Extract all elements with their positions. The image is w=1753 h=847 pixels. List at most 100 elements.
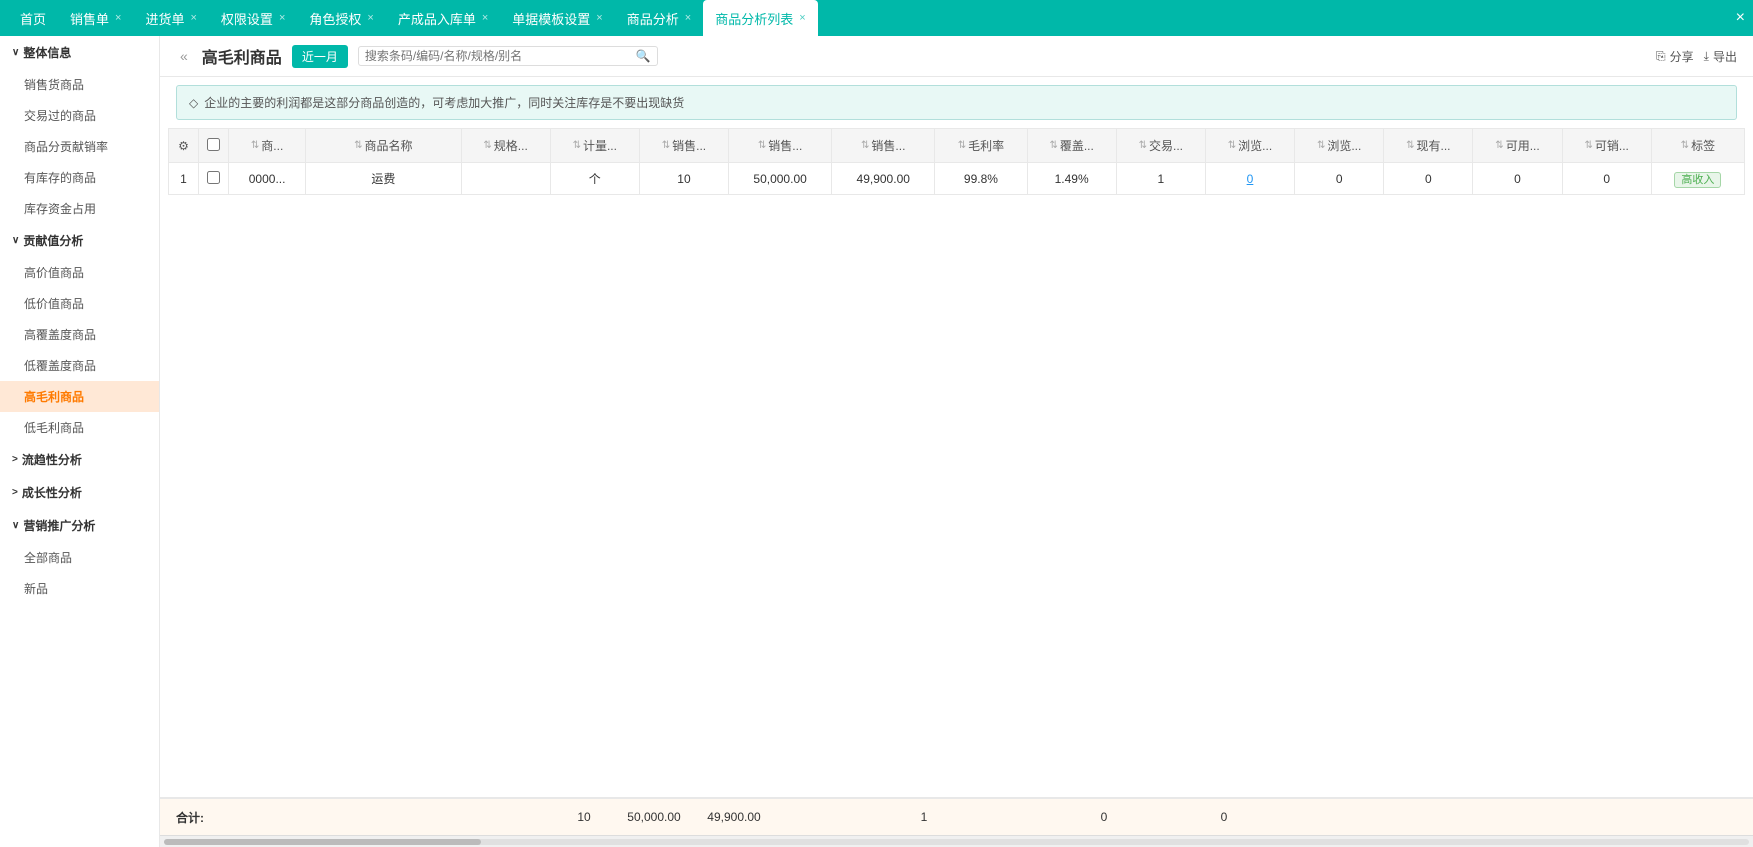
scrollbar-track[interactable] — [164, 839, 1749, 845]
col-header-tradeCount[interactable]: ⇅交易... — [1116, 129, 1205, 163]
col-header-salesAmt[interactable]: ⇅销售... — [729, 129, 832, 163]
sidebar-item-0-4[interactable]: 库存资金占用 — [0, 193, 159, 224]
sidebar-item-0-0[interactable]: 销售货商品 — [0, 69, 159, 100]
export-icon: ⤓ — [1704, 49, 1709, 64]
col-settings: ⚙ — [169, 129, 199, 163]
sidebar-item-1-5[interactable]: 低毛利商品 — [0, 412, 159, 443]
search-icon[interactable]: 🔍 — [636, 49, 651, 63]
nav-tab-0[interactable]: 首页 — [8, 0, 58, 36]
sidebar-item-4-0[interactable]: 全部商品 — [0, 542, 159, 573]
col-label-browseCount: 浏览... — [1238, 137, 1272, 154]
nav-tab-close-2[interactable]: × — [190, 12, 196, 24]
nav-tab-5[interactable]: 产成品入库单× — [386, 0, 500, 36]
col-header-spec[interactable]: ⇅规格... — [461, 129, 550, 163]
col-header-salesProfit[interactable]: ⇅销售... — [832, 129, 935, 163]
page-title: 高毛利商品 — [202, 44, 282, 68]
share-icon: ⎘ — [1656, 49, 1666, 64]
nav-tab-close-4[interactable]: × — [367, 12, 373, 24]
share-button[interactable]: ⎘ 分享 — [1656, 48, 1694, 65]
sidebar-arrow-0: ∨ — [12, 47, 19, 58]
nav-tab-2[interactable]: 进货单× — [133, 0, 208, 36]
sidebar-arrow-1: ∨ — [12, 235, 19, 246]
footer-cell-6: 10 — [554, 810, 614, 824]
sidebar-group-0[interactable]: ∨ 整体信息 — [0, 36, 159, 69]
footer-cell-7: 50,000.00 — [614, 810, 694, 824]
sidebar-group-2[interactable]: > 流趋性分析 — [0, 443, 159, 476]
sidebar-group-label-0: 整体信息 — [23, 44, 71, 61]
sidebar-group-1[interactable]: ∨贡献值分析 — [0, 224, 159, 257]
col-header-currentQty[interactable]: ⇅现有... — [1384, 129, 1473, 163]
col-header-saleableQty[interactable]: ⇅可销... — [1562, 129, 1651, 163]
footer-cell-3 — [344, 810, 444, 824]
nav-tab-4[interactable]: 角色授权× — [297, 0, 385, 36]
col-header-unit[interactable]: ⇅计量... — [550, 129, 639, 163]
col-header-grossRate[interactable]: ⇅毛利率 — [935, 129, 1027, 163]
col-header-tag[interactable]: ⇅标签 — [1651, 129, 1744, 163]
export-button[interactable]: ⤓ 导出 — [1704, 48, 1737, 65]
collapse-sidebar-button[interactable]: « — [176, 44, 192, 68]
nav-tab-close-7[interactable]: × — [685, 12, 691, 24]
col-header-code[interactable]: ⇅商... — [229, 129, 306, 163]
nav-tab-close-1[interactable]: × — [115, 12, 121, 24]
col-header-salesQty[interactable]: ⇅销售... — [639, 129, 728, 163]
nav-tab-close-3[interactable]: × — [279, 12, 285, 24]
col-label-saleableQty: 可销... — [1595, 137, 1629, 154]
col-header-name[interactable]: ⇅商品名称 — [306, 129, 461, 163]
settings-icon[interactable]: ⚙ — [178, 139, 189, 153]
bottom-scrollbar[interactable] — [160, 835, 1753, 847]
info-banner: ◇ 企业的主要的利润都是这部分商品创造的，可考虑加大推广，同时关注库存是不要出现… — [176, 85, 1737, 120]
col-sort-icon-tag: ⇅ — [1681, 140, 1689, 151]
row-0-browseCount2[interactable]: 0 — [1295, 163, 1384, 195]
select-all-checkbox[interactable] — [207, 138, 220, 151]
sidebar-group-3[interactable]: >成长性分析 — [0, 476, 159, 509]
nav-tab-6[interactable]: 单据模板设置× — [500, 0, 614, 36]
nav-tab-3[interactable]: 权限设置× — [209, 0, 297, 36]
sidebar-group-label-2: 流趋性分析 — [22, 451, 82, 468]
sidebar-item-1-2[interactable]: 高覆盖度商品 — [0, 319, 159, 350]
col-label-name: 商品名称 — [365, 137, 413, 154]
nav-tab-close-8[interactable]: × — [799, 12, 805, 24]
row-0-code: 0000... — [229, 163, 306, 195]
sidebar-group-4[interactable]: ∨营销推广分析 — [0, 509, 159, 542]
nav-tab-8[interactable]: 商品分析列表× — [703, 0, 817, 36]
col-label-availableQty: 可用... — [1506, 137, 1540, 154]
sidebar-item-1-4[interactable]: 高毛利商品 — [0, 381, 159, 412]
col-label-grossRate: 毛利率 — [968, 137, 1004, 154]
search-input[interactable] — [365, 49, 636, 63]
footer-cell-2 — [284, 810, 344, 824]
sidebar-item-0-1[interactable]: 交易过的商品 — [0, 100, 159, 131]
close-all-tabs-button[interactable]: × — [1736, 9, 1745, 27]
data-table: ⚙⇅商...⇅商品名称⇅规格...⇅计量...⇅销售...⇅销售...⇅销售..… — [168, 128, 1745, 195]
nav-tab-7[interactable]: 商品分析× — [615, 0, 703, 36]
sidebar-arrow-4: ∨ — [12, 520, 19, 531]
sidebar-item-1-1[interactable]: 低价值商品 — [0, 288, 159, 319]
row-0-grossRate: 99.8% — [935, 163, 1027, 195]
sidebar-item-0-2[interactable]: 商品分贡献销率 — [0, 131, 159, 162]
col-header-browseCount2[interactable]: ⇅浏览... — [1295, 129, 1384, 163]
sidebar-group-label-3: 成长性分析 — [22, 484, 82, 501]
nav-tab-close-6[interactable]: × — [596, 12, 602, 24]
nav-tab-1[interactable]: 销售单× — [58, 0, 133, 36]
sidebar-arrow-2: > — [12, 454, 18, 465]
col-label-tag: 标签 — [1691, 137, 1715, 154]
filter-date-button[interactable]: 近一月 — [292, 45, 348, 68]
col-label-browseCount2: 浏览... — [1327, 137, 1361, 154]
col-header-availableQty[interactable]: ⇅可用... — [1473, 129, 1562, 163]
col-sort-icon-code: ⇅ — [251, 140, 259, 151]
sidebar-item-1-3[interactable]: 低覆盖度商品 — [0, 350, 159, 381]
col-label-code: 商... — [261, 137, 283, 154]
col-header-coverRate[interactable]: ⇅覆盖... — [1027, 129, 1116, 163]
sidebar-item-4-1[interactable]: 新品 — [0, 573, 159, 604]
sidebar-item-0-3[interactable]: 有库存的商品 — [0, 162, 159, 193]
scrollbar-thumb[interactable] — [164, 839, 481, 845]
col-sort-icon-name: ⇅ — [354, 140, 362, 151]
row-0-checkbox[interactable] — [207, 171, 220, 184]
row-0-index: 1 — [169, 163, 199, 195]
content-area: « 高毛利商品 近一月 🔍 ⎘ 分享 ⤓ 导出 ◇ 企业的主要的利润都是这部 — [160, 36, 1753, 847]
browse-link[interactable]: 0 — [1247, 172, 1254, 186]
col-header-browseCount[interactable]: ⇅浏览... — [1205, 129, 1294, 163]
row-0-tradeCount: 1 — [1116, 163, 1205, 195]
row-0-browseCount[interactable]: 0 — [1205, 163, 1294, 195]
nav-tab-close-5[interactable]: × — [482, 12, 488, 24]
sidebar-item-1-0[interactable]: 高价值商品 — [0, 257, 159, 288]
